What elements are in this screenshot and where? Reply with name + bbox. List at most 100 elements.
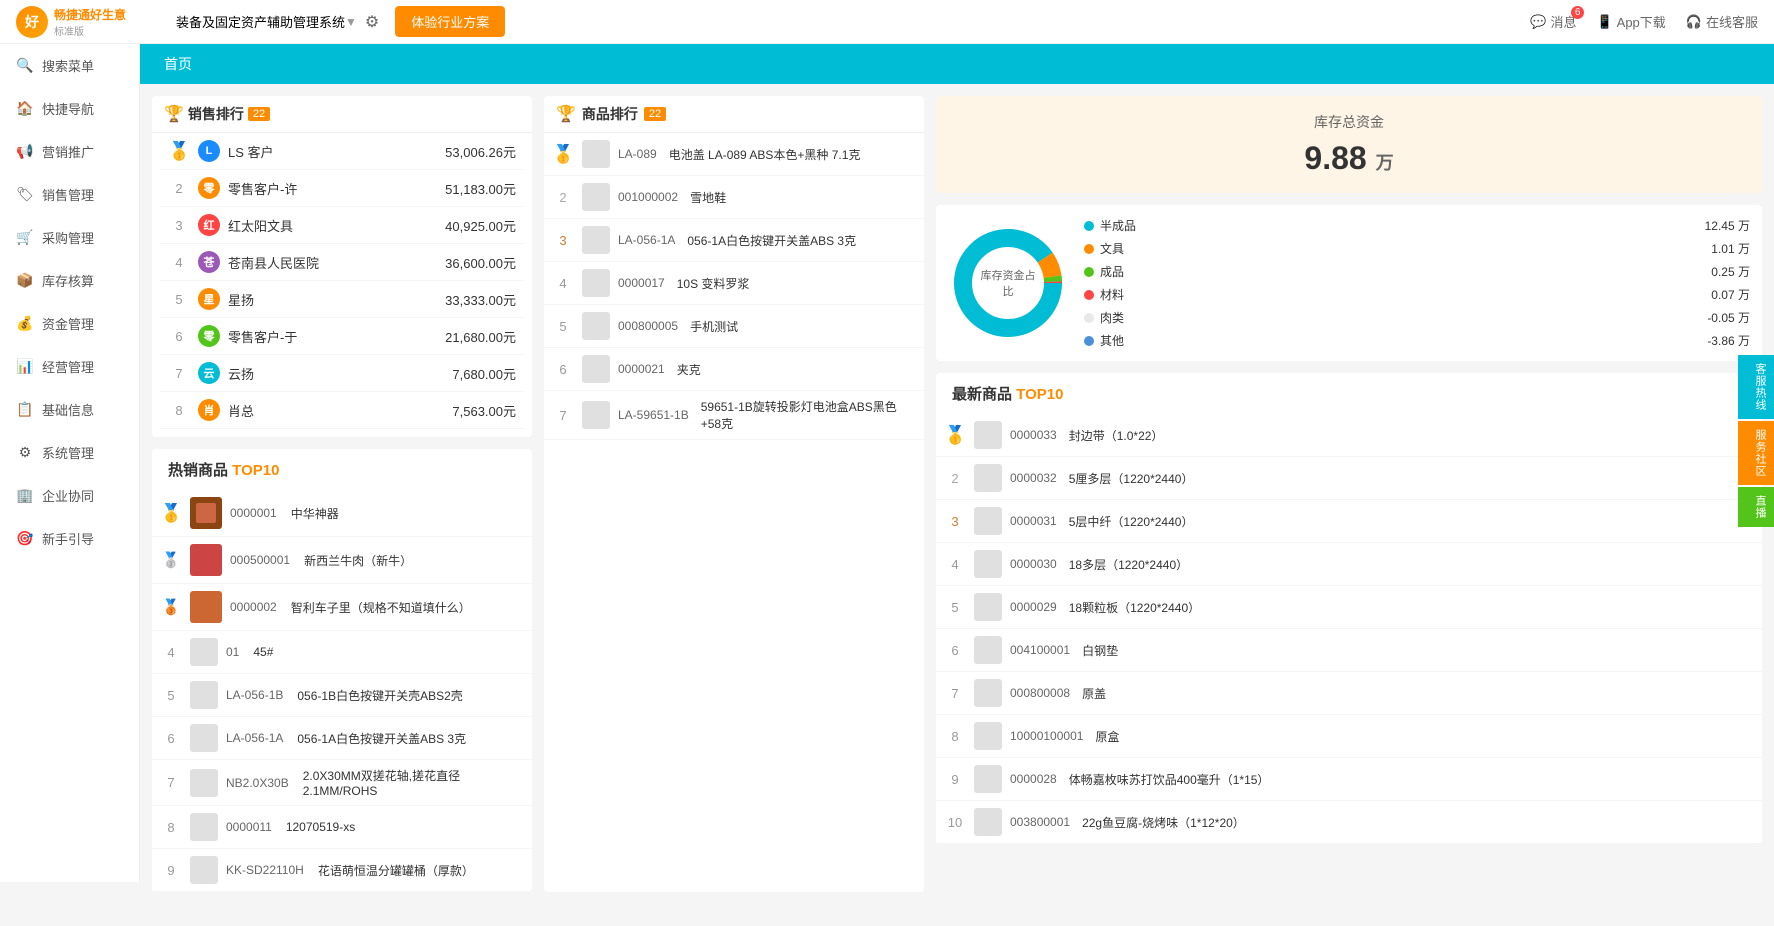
product-code: LA-089 — [618, 147, 657, 161]
customer-avatar: 肖 — [198, 399, 220, 421]
legend-value: 12.45 万 — [1705, 217, 1750, 234]
product-img-placeholder — [974, 636, 1002, 664]
sidebar-guide-label: 新手引导 — [42, 529, 94, 548]
rank-number: 8 — [160, 820, 182, 835]
rank-num: 2 — [552, 190, 574, 205]
online-service-button[interactable]: 🎧 在线客服 — [1686, 12, 1758, 31]
sidebar-item-basic-info[interactable]: 📋 基础信息 — [0, 388, 139, 431]
newest-product-item: 3 0000031 5层中纤（1220*2440） — [936, 500, 1762, 543]
rank-number: 5 — [552, 319, 574, 334]
customer-avatar: 苍 — [198, 251, 220, 273]
live-button[interactable]: 直播 — [1738, 487, 1774, 527]
scroll-product-item: 6 0000021 夹克 — [544, 348, 924, 391]
customer-amount: 36,600.00元 — [445, 253, 516, 272]
product-item: 🥇 0000001 中华神器 — [152, 490, 532, 537]
home-tab[interactable]: 首页 — [140, 44, 216, 84]
header: 好 畅捷通好生意 标准版 装备及固定资产辅助管理系统 ▼ ⚙ 体验行业方案 💬 … — [0, 0, 1774, 44]
sales-ranking-list: 🥇 L LS 客户 53,006.26元 2 零 零售客户-许 51,183.0… — [152, 133, 532, 437]
product-code: 0000030 — [1010, 557, 1057, 571]
product-image-placeholder — [190, 769, 218, 797]
legend-color-dot — [1084, 267, 1094, 277]
chart-legend: 半成品 12.45 万 文具 1.01 万 成品 0.25 万 — [1084, 217, 1750, 349]
messages-button[interactable]: 💬 消息 6 — [1530, 12, 1576, 31]
customer-amount: 53,006.26元 — [445, 142, 516, 161]
newest-product-item: 8 10000100001 原盒 — [936, 715, 1762, 758]
product-item: 9 KK-SD22110H 花语萌恒温分罐罐桶（厚款） — [152, 849, 532, 892]
sidebar-item-finance[interactable]: 💰 资金管理 — [0, 302, 139, 345]
customer-service-button[interactable]: 客服热线 — [1738, 355, 1774, 419]
medal-icon: 🥇 — [160, 503, 182, 524]
newest-product-item: 9 0000028 体畅嘉枚味苏打饮品400毫升（1*15） — [936, 758, 1762, 801]
system-name: 装备及固定资产辅助管理系统 — [176, 12, 345, 31]
rank-number: 2 — [168, 181, 190, 196]
purchase-icon: 🛒 — [16, 229, 34, 247]
rank-number: 3 — [168, 218, 190, 233]
product-name: 18多层（1220*2440） — [1069, 556, 1754, 573]
sidebar-item-marketing[interactable]: 📢 营销推广 — [0, 130, 139, 173]
sidebar-item-system[interactable]: ⚙ 系统管理 — [0, 431, 139, 474]
sidebar-item-operations[interactable]: 📊 经营管理 — [0, 345, 139, 388]
legend-color-dot — [1084, 244, 1094, 254]
customer-avatar: 云 — [198, 362, 220, 384]
sidebar-operations-label: 经营管理 — [42, 357, 94, 376]
rank-number: 7 — [160, 775, 182, 790]
product-img-placeholder — [974, 550, 1002, 578]
product-code: 0000029 — [1010, 600, 1057, 614]
service-community-button[interactable]: 服务社区 — [1738, 421, 1774, 485]
rank-number: 8 — [168, 403, 190, 418]
product-code: 0000033 — [1010, 428, 1057, 442]
legend-color-dot — [1084, 336, 1094, 346]
legend-color-dot — [1084, 290, 1094, 300]
product-image — [190, 591, 222, 623]
logo: 好 畅捷通好生意 标准版 — [16, 6, 156, 38]
product-name: 智利车子里（规格不知道填什么） — [291, 599, 524, 616]
customer-avatar: 零 — [198, 325, 220, 347]
product-code: 0000011 — [226, 820, 272, 834]
product-code: 0000032 — [1010, 471, 1057, 485]
product-code: 01 — [226, 645, 239, 659]
product-item: 5 LA-056-1B 056-1B白色按键开关壳ABS2壳 — [152, 674, 532, 717]
top10-label: TOP10 — [232, 462, 279, 479]
product-name: 18颗粒板（1220*2440） — [1069, 599, 1754, 616]
product-code: LA-056-1B — [226, 688, 283, 702]
page-tabs: 首页 — [140, 44, 1774, 84]
sidebar-item-search[interactable]: 🔍 搜索菜单 — [0, 44, 139, 87]
rank-item: 4 苍 苍南县人民医院 36,600.00元 — [160, 244, 524, 281]
rank-item: 5 星 星扬 33,333.00元 — [160, 281, 524, 318]
settings-icon[interactable]: ⚙ — [365, 12, 379, 32]
sales-ranking-card: 🏆 销售排行 22 🥇 L LS 客户 53,006.26元 2 — [152, 96, 532, 437]
legend-value: -0.05 万 — [1707, 309, 1750, 326]
app-label: App下载 — [1617, 12, 1666, 31]
newest-product-item: 2 0000032 5厘多层（1220*2440） — [936, 457, 1762, 500]
sidebar-item-quicknav[interactable]: 🏠 快捷导航 — [0, 87, 139, 130]
rank-item: 7 云 云扬 7,680.00元 — [160, 355, 524, 392]
sidebar-item-sales[interactable]: 🏷 销售管理 — [0, 173, 139, 216]
donut-chart: 库存资金占比 — [948, 223, 1068, 343]
newest-product-item: 10 003800001 22g鱼豆腐-烧烤味（1*12*20） — [936, 801, 1762, 844]
product-name: 2.0X30MM双搓花轴,搓花直径2.1MM/ROHS — [303, 767, 524, 798]
product-item: 8 0000011 12070519-xs — [152, 806, 532, 849]
trial-button[interactable]: 体验行业方案 — [395, 6, 505, 37]
product-item: 6 LA-056-1A 056-1A白色按键开关盖ABS 3克 — [152, 717, 532, 760]
sidebar-item-purchase[interactable]: 🛒 采购管理 — [0, 216, 139, 259]
dropdown-arrow-icon: ▼ — [345, 15, 357, 29]
sidebar-item-inventory[interactable]: 📦 库存核算 — [0, 259, 139, 302]
sidebar-item-enterprise[interactable]: 🏢 企业协同 — [0, 474, 139, 517]
rank-number: 5 — [944, 600, 966, 615]
product-item: 4 01 45# — [152, 631, 532, 674]
app-download-button[interactable]: 📱 App下载 — [1596, 12, 1665, 31]
logo-subtitle: 标准版 — [54, 23, 126, 38]
rank-number: 9 — [160, 863, 182, 878]
legend-value: 0.07 万 — [1711, 286, 1750, 303]
guide-icon: 🎯 — [16, 530, 34, 548]
right-panel: 库存总资金 9.88 万 — [936, 96, 1762, 892]
rank-number: 7 — [944, 686, 966, 701]
float-buttons: 客服热线 服务社区 直播 — [1738, 355, 1774, 527]
system-selector[interactable]: 装备及固定资产辅助管理系统 ▼ ⚙ — [176, 12, 379, 32]
sales-icon: 🏷 — [16, 186, 34, 204]
product-name: 原盖 — [1082, 685, 1754, 702]
rank-number: 8 — [944, 729, 966, 744]
logo-title: 畅捷通好生意 — [54, 6, 126, 23]
sidebar-item-guide[interactable]: 🎯 新手引导 — [0, 517, 139, 560]
main-content: 首页 🏆 销售排行 22 🥇 L LS 客户 53,006.26元 — [140, 44, 1774, 904]
